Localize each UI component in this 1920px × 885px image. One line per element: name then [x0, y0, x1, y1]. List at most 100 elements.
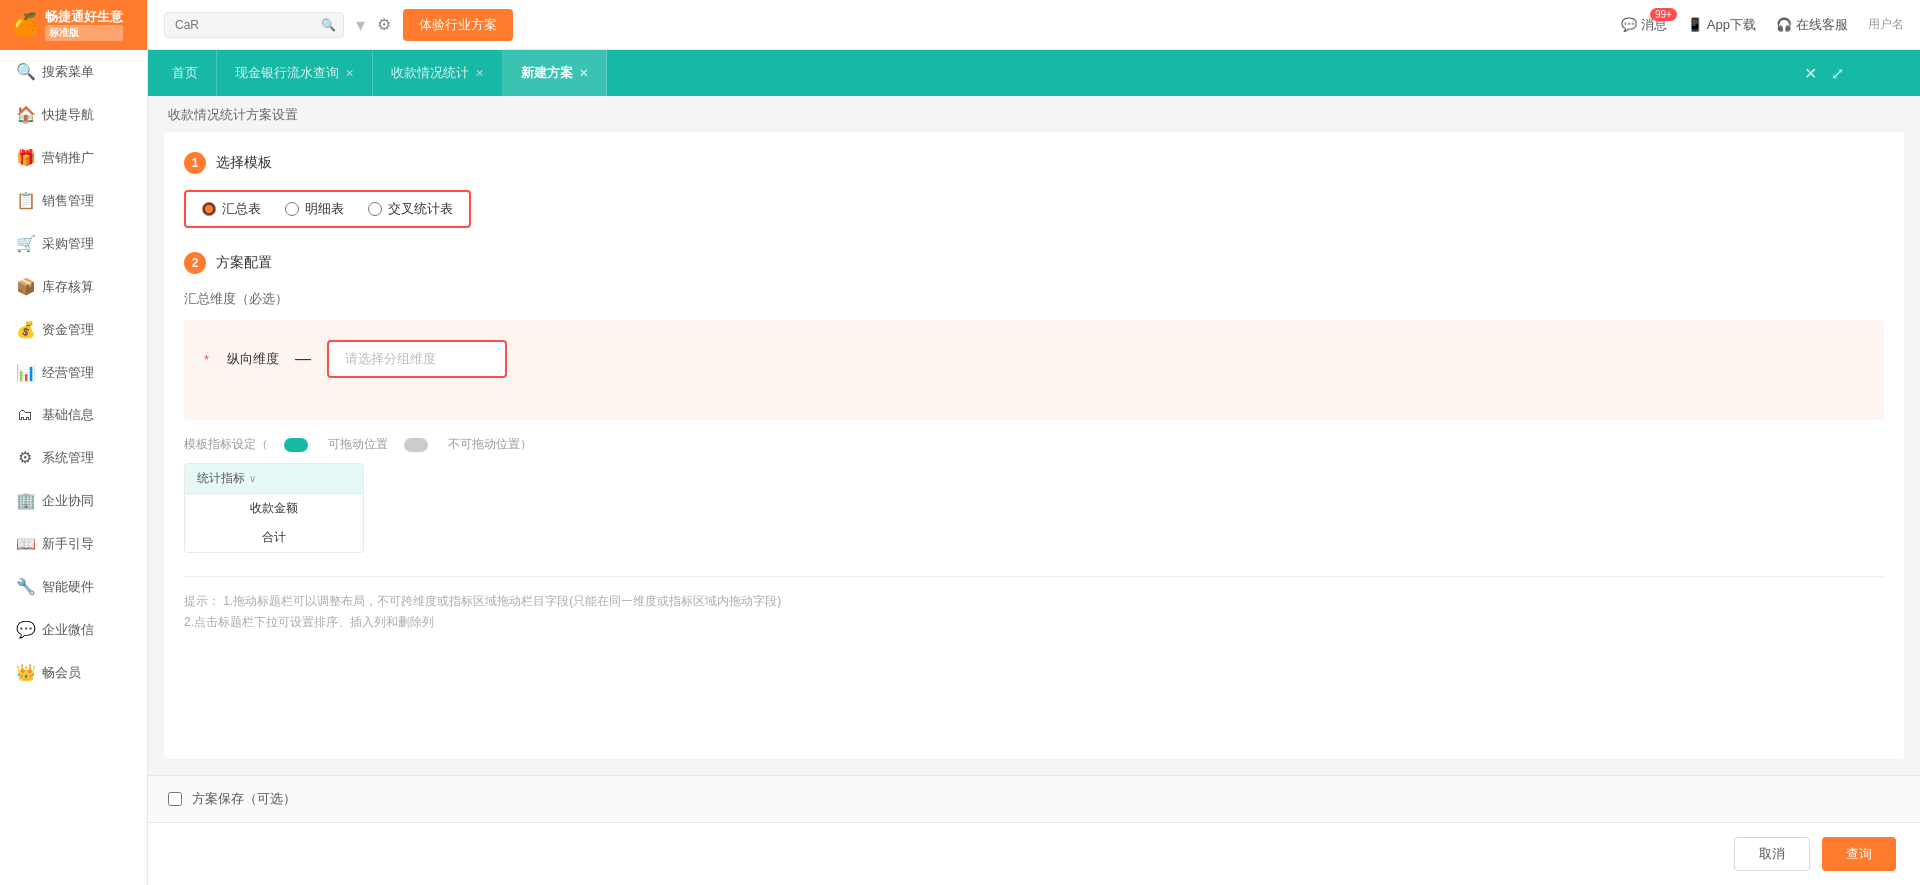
template-select-box: 汇总表 明细表 交叉统计表 — [184, 190, 471, 228]
enterprise-icon: 🏢 — [16, 491, 34, 510]
tab-bank-flow-label: 现金银行流水查询 — [235, 64, 339, 82]
dropdown-arrow-icon[interactable]: ▾ — [356, 14, 365, 36]
stats-table-header[interactable]: 统计指标 ∨ — [185, 464, 363, 494]
chart-icon: 📊 — [16, 363, 34, 382]
tab-home-label: 首页 — [172, 64, 198, 82]
chevron-down-icon: ∨ — [249, 473, 256, 484]
sidebar-item-label: 库存核算 — [42, 278, 94, 296]
header-left: 🔍 ▾ ⚙ 体验行业方案 — [164, 9, 513, 41]
sidebar-badge: 标准版 — [45, 25, 123, 41]
tab-receipts-stats[interactable]: 收款情况统计 ✕ — [373, 50, 503, 96]
online-service-item[interactable]: 🎧 在线客服 — [1776, 16, 1848, 34]
app-download-label: App下载 — [1707, 16, 1756, 34]
movable-indicator-icon — [284, 438, 308, 452]
box-icon: 📦 — [16, 277, 34, 296]
online-service-label: 在线客服 — [1796, 16, 1848, 34]
notification-badge: 99+ — [1650, 8, 1677, 21]
close-icon[interactable]: ✕ — [579, 67, 588, 80]
stats-row-total: 合计 — [185, 523, 363, 552]
content-area: 收款情况统计方案设置 1 选择模板 汇总表 明细表 — [148, 96, 1920, 822]
stats-header-label: 统计指标 — [197, 470, 245, 487]
radio-cross-label: 交叉统计表 — [388, 200, 453, 218]
sidebar-item-basic-info[interactable]: 🗂 基础信息 — [0, 394, 147, 436]
sidebar-item-newbie[interactable]: 📖 新手引导 — [0, 522, 147, 565]
save-checkbox[interactable] — [168, 792, 182, 806]
settings-card: 1 选择模板 汇总表 明细表 交叉统计表 — [164, 132, 1904, 759]
sidebar-item-enterprise-wechat[interactable]: 💬 企业微信 — [0, 608, 147, 651]
sidebar-item-label: 资金管理 — [42, 321, 94, 339]
stats-table: 统计指标 ∨ 收款金额 合计 — [184, 463, 364, 553]
search-icon: 🔍 — [321, 18, 336, 32]
close-icon[interactable]: ✕ — [345, 67, 354, 80]
cart-icon: 🛒 — [16, 234, 34, 253]
radio-detail-label: 明细表 — [305, 200, 344, 218]
header-right: 💬 消息 99+ 📱 App下载 🎧 在线客服 用户名 — [1621, 16, 1904, 34]
radio-detail[interactable]: 明细表 — [285, 200, 344, 218]
tab-home[interactable]: 首页 — [148, 50, 217, 96]
user-label: 用户名 — [1868, 16, 1904, 33]
movable-label: 可拖动位置 — [328, 436, 388, 453]
sidebar-item-label: 系统管理 — [42, 449, 94, 467]
header: 🔍 ▾ ⚙ 体验行业方案 💬 消息 99+ 📱 App下载 🎧 在线客服 用户名 — [148, 0, 1920, 50]
tab-bar: 首页 现金银行流水查询 ✕ 收款情况统计 ✕ 新建方案 ✕ ✕ ⤢ — [148, 50, 1920, 96]
sidebar-item-enterprise-coop[interactable]: 🏢 企业协同 — [0, 479, 147, 522]
close-window-icon[interactable]: ✕ — [1800, 60, 1821, 87]
radio-cross[interactable]: 交叉统计表 — [368, 200, 453, 218]
sidebar-item-search[interactable]: 🔍 搜索菜单 — [0, 50, 147, 93]
industry-btn[interactable]: 体验行业方案 — [403, 9, 513, 41]
gear-icon: ⚙ — [16, 448, 34, 467]
tab-receipts-stats-label: 收款情况统计 — [391, 64, 469, 82]
sidebar-item-label: 基础信息 — [42, 406, 94, 424]
notification-item[interactable]: 💬 消息 99+ — [1621, 16, 1667, 34]
radio-summary-input[interactable] — [202, 202, 216, 216]
cancel-button[interactable]: 取消 — [1734, 837, 1810, 871]
arrow-icon: — — [295, 350, 311, 368]
hardware-icon: 🔧 — [16, 577, 34, 596]
dimension-selector[interactable]: 请选择分组维度 — [327, 340, 507, 378]
step2-section: 2 方案配置 汇总维度（必选） * 纵向维度 — 请选择分组维度 — [184, 252, 1884, 631]
sidebar-item-capital[interactable]: 💰 资金管理 — [0, 308, 147, 351]
radio-summary[interactable]: 汇总表 — [202, 200, 261, 218]
settings-icon[interactable]: ⚙ — [377, 15, 391, 34]
tab-bank-flow[interactable]: 现金银行流水查询 ✕ — [217, 50, 373, 96]
radio-summary-label: 汇总表 — [222, 200, 261, 218]
step1-num: 1 — [184, 152, 206, 174]
sidebar-item-label: 快捷导航 — [42, 106, 94, 124]
sidebar-item-system[interactable]: ⚙ 系统管理 — [0, 436, 147, 479]
member-icon: 👑 — [16, 663, 34, 682]
sidebar-item-inventory[interactable]: 📦 库存核算 — [0, 265, 147, 308]
required-star: * — [204, 352, 209, 367]
radio-detail-input[interactable] — [285, 202, 299, 216]
tab-new-plan[interactable]: 新建方案 ✕ — [503, 50, 607, 96]
close-icon[interactable]: ✕ — [475, 67, 484, 80]
sidebar-item-quick-nav[interactable]: 🏠 快捷导航 — [0, 93, 147, 136]
main-content: 🔍 ▾ ⚙ 体验行业方案 💬 消息 99+ 📱 App下载 🎧 在线客服 用户名 — [148, 0, 1920, 885]
sidebar-item-label: 采购管理 — [42, 235, 94, 253]
page-title: 收款情况统计方案设置 — [148, 96, 1920, 132]
search-input[interactable] — [164, 12, 344, 38]
save-section: 方案保存（可选） — [148, 775, 1920, 822]
sidebar-item-label: 企业微信 — [42, 621, 94, 639]
search-icon: 🔍 — [16, 62, 34, 81]
step1-header: 1 选择模板 — [184, 152, 1884, 174]
book-icon: 📖 — [16, 534, 34, 553]
sidebar-item-purchase[interactable]: 🛒 采购管理 — [0, 222, 147, 265]
step1-title: 选择模板 — [216, 154, 272, 172]
fixed-indicator-icon — [404, 438, 428, 452]
tip2: 2.点击标题栏下拉可设置排序、插入列和删除列 — [184, 614, 1884, 631]
step2-header: 2 方案配置 — [184, 252, 1884, 274]
user-info[interactable]: 用户名 — [1868, 16, 1904, 33]
query-button[interactable]: 查询 — [1822, 837, 1896, 871]
sidebar-item-label: 销售管理 — [42, 192, 94, 210]
sidebar-item-sales[interactable]: 📋 销售管理 — [0, 179, 147, 222]
sidebar-item-management[interactable]: 📊 经营管理 — [0, 351, 147, 394]
dimension-row: * 纵向维度 — 请选择分组维度 — [204, 340, 1864, 378]
maximize-icon[interactable]: ⤢ — [1827, 60, 1848, 87]
sidebar-item-marketing[interactable]: 🎁 营销推广 — [0, 136, 147, 179]
app-download-item[interactable]: 📱 App下载 — [1687, 16, 1756, 34]
sidebar-item-smart-hardware[interactable]: 🔧 智能硬件 — [0, 565, 147, 608]
dimension-area: * 纵向维度 — 请选择分组维度 — [184, 320, 1884, 420]
sidebar-item-member[interactable]: 👑 畅会员 — [0, 651, 147, 694]
radio-cross-input[interactable] — [368, 202, 382, 216]
gift-icon: 🎁 — [16, 148, 34, 167]
